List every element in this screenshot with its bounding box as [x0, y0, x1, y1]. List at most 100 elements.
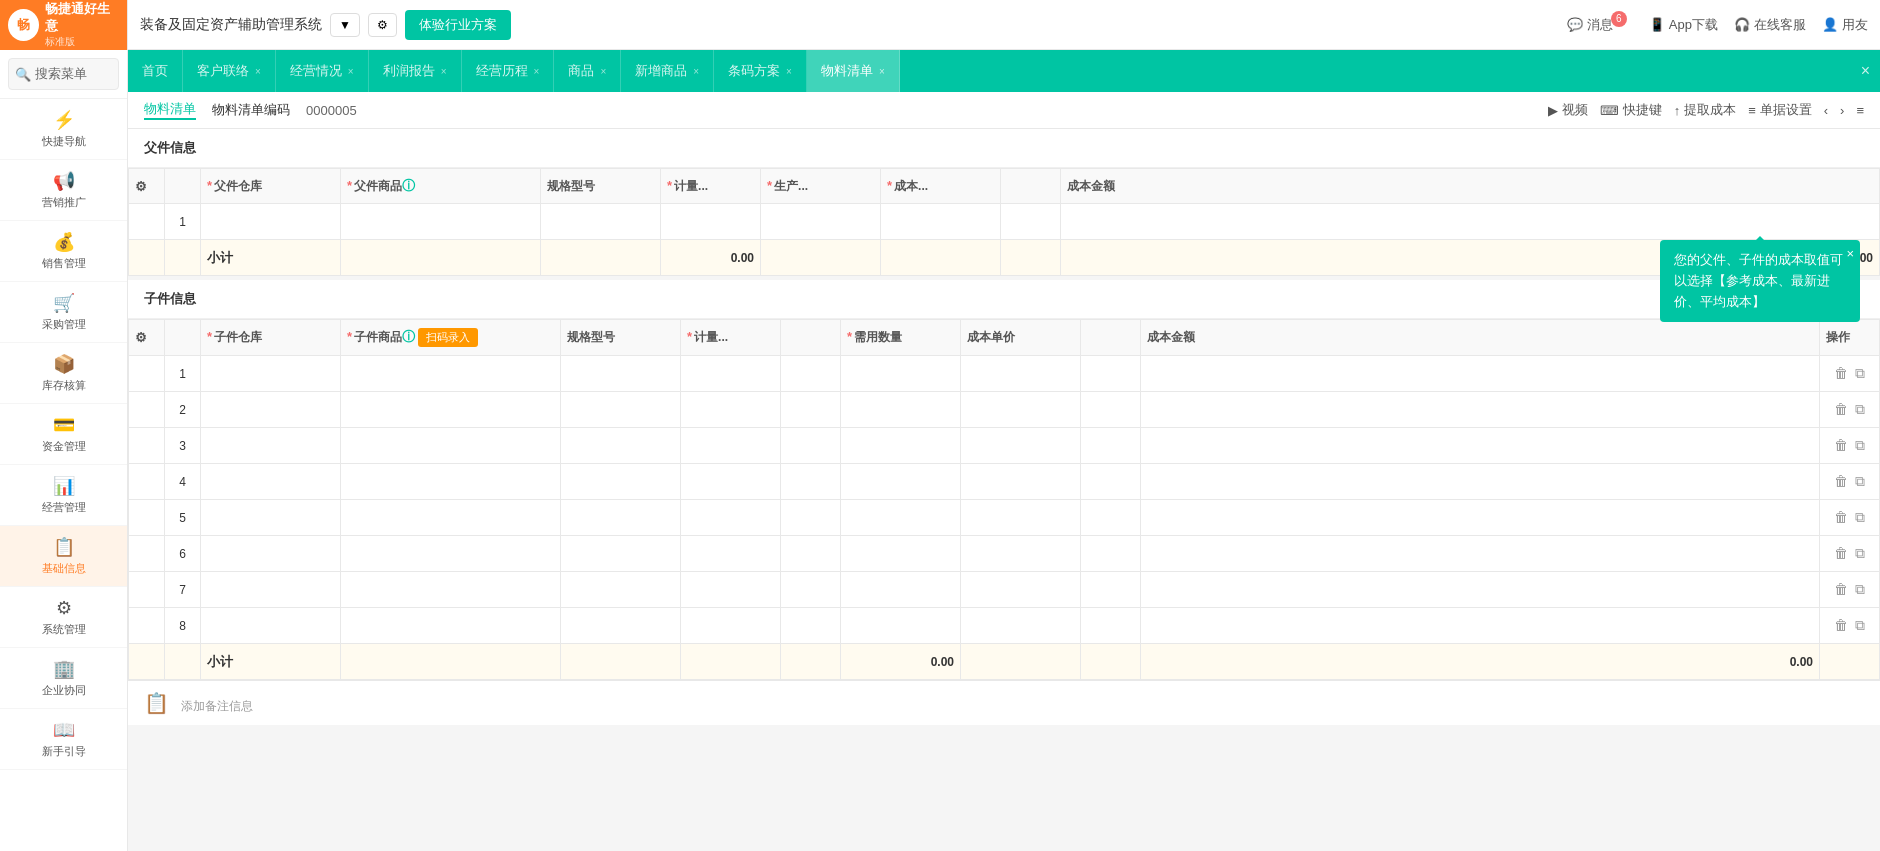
- copy-row-button[interactable]: ⧉: [1853, 435, 1867, 456]
- parent-row-production[interactable]: [761, 204, 881, 240]
- child-row-spec[interactable]: [561, 356, 681, 392]
- child-row-unit[interactable]: [681, 500, 781, 536]
- child-row-spec[interactable]: [561, 536, 681, 572]
- child-row-qty[interactable]: [841, 356, 961, 392]
- child-row-unit-cost[interactable]: [961, 428, 1081, 464]
- copy-row-button[interactable]: ⧉: [1853, 471, 1867, 492]
- parent-row-spec[interactable]: [541, 204, 661, 240]
- child-row-goods[interactable]: [341, 536, 561, 572]
- tab-goods-close[interactable]: ×: [600, 66, 606, 77]
- toolbar-video[interactable]: ▶ 视频: [1548, 101, 1588, 119]
- copy-row-button[interactable]: ⧉: [1853, 579, 1867, 600]
- tab-profit[interactable]: 利润报告 ×: [369, 50, 462, 92]
- copy-row-button[interactable]: ⧉: [1853, 507, 1867, 528]
- child-row-unit[interactable]: [681, 608, 781, 644]
- child-row-goods[interactable]: [341, 356, 561, 392]
- child-row-unit-cost[interactable]: [961, 608, 1081, 644]
- delete-row-button[interactable]: 🗑: [1832, 615, 1850, 635]
- delete-row-button[interactable]: 🗑: [1832, 507, 1850, 527]
- tab-operations[interactable]: 经营情况 ×: [276, 50, 369, 92]
- tab-goods[interactable]: 商品 ×: [554, 50, 621, 92]
- child-row-qty[interactable]: [841, 500, 961, 536]
- delete-row-button[interactable]: 🗑: [1832, 579, 1850, 599]
- child-row-warehouse[interactable]: [201, 500, 341, 536]
- child-row-warehouse[interactable]: [201, 572, 341, 608]
- nav-next-button[interactable]: ›: [1840, 103, 1844, 118]
- settings-button[interactable]: ⚙: [368, 13, 397, 37]
- toolbar-doc-setting[interactable]: ≡ 单据设置: [1748, 101, 1812, 119]
- child-row-qty[interactable]: [841, 392, 961, 428]
- child-row-unit[interactable]: [681, 464, 781, 500]
- copy-row-button[interactable]: ⧉: [1853, 363, 1867, 384]
- tooltip-close-button[interactable]: ×: [1846, 244, 1854, 265]
- toolbar-cost[interactable]: ↑ 提取成本: [1674, 101, 1737, 119]
- search-menu-button[interactable]: 🔍 搜索菜单: [8, 58, 119, 90]
- child-row-warehouse[interactable]: [201, 608, 341, 644]
- sidebar-item-marketing[interactable]: 📢 营销推广: [0, 160, 127, 221]
- delete-row-button[interactable]: 🗑: [1832, 363, 1850, 383]
- child-row-unit[interactable]: [681, 572, 781, 608]
- copy-row-button[interactable]: ⧉: [1853, 615, 1867, 636]
- delete-row-button[interactable]: 🗑: [1832, 471, 1850, 491]
- app-download-item[interactable]: 📱 App下载: [1649, 16, 1718, 34]
- child-row-unit-cost[interactable]: [961, 572, 1081, 608]
- sidebar-item-purchase[interactable]: 🛒 采购管理: [0, 282, 127, 343]
- parent-row-unit[interactable]: [661, 204, 761, 240]
- child-row-unit-cost[interactable]: [961, 356, 1081, 392]
- tab-home[interactable]: 首页: [128, 50, 183, 92]
- sidebar-item-enterprise[interactable]: 🏢 企业协同: [0, 648, 127, 709]
- child-settings-icon[interactable]: ⚙: [135, 330, 147, 345]
- sidebar-item-system[interactable]: ⚙ 系统管理: [0, 587, 127, 648]
- tab-bom-close[interactable]: ×: [879, 66, 885, 77]
- child-row-goods[interactable]: [341, 572, 561, 608]
- tab-new-goods-close[interactable]: ×: [693, 66, 699, 77]
- toolbar-shortcut[interactable]: ⌨ 快捷键: [1600, 101, 1662, 119]
- parent-row-warehouse[interactable]: [201, 204, 341, 240]
- online-service-item[interactable]: 🎧 在线客服: [1734, 16, 1806, 34]
- tab-customers[interactable]: 客户联络 ×: [183, 50, 276, 92]
- child-row-spec[interactable]: [561, 608, 681, 644]
- child-row-spec[interactable]: [561, 392, 681, 428]
- child-row-goods[interactable]: [341, 464, 561, 500]
- scan-input-button[interactable]: 扫码录入: [418, 328, 478, 347]
- sidebar-item-operations[interactable]: 📊 经营管理: [0, 465, 127, 526]
- child-row-warehouse[interactable]: [201, 392, 341, 428]
- tab-profit-close[interactable]: ×: [441, 66, 447, 77]
- child-row-unit[interactable]: [681, 356, 781, 392]
- child-row-unit[interactable]: [681, 536, 781, 572]
- sidebar-item-basic-info[interactable]: 📋 基础信息: [0, 526, 127, 587]
- child-row-unit[interactable]: [681, 428, 781, 464]
- child-row-warehouse[interactable]: [201, 536, 341, 572]
- child-row-spec[interactable]: [561, 428, 681, 464]
- settings-icon[interactable]: ⚙: [135, 179, 147, 194]
- tab-new-goods[interactable]: 新增商品 ×: [621, 50, 714, 92]
- child-row-goods[interactable]: [341, 608, 561, 644]
- child-row-spec[interactable]: [561, 500, 681, 536]
- close-all-tabs[interactable]: ×: [1851, 62, 1880, 80]
- child-row-spec[interactable]: [561, 464, 681, 500]
- child-row-goods[interactable]: [341, 428, 561, 464]
- child-row-spec[interactable]: [561, 572, 681, 608]
- sidebar-item-sales[interactable]: 💰 销售管理: [0, 221, 127, 282]
- child-row-unit-cost[interactable]: [961, 536, 1081, 572]
- dropdown-button[interactable]: ▼: [330, 13, 360, 37]
- sidebar-item-guide[interactable]: 📖 新手引导: [0, 709, 127, 770]
- delete-row-button[interactable]: 🗑: [1832, 543, 1850, 563]
- nav-prev-button[interactable]: ‹: [1824, 103, 1828, 118]
- child-row-warehouse[interactable]: [201, 356, 341, 392]
- child-row-goods[interactable]: [341, 500, 561, 536]
- message-item[interactable]: 💬 消息 6: [1567, 16, 1633, 34]
- child-row-qty[interactable]: [841, 536, 961, 572]
- copy-row-button[interactable]: ⧉: [1853, 399, 1867, 420]
- child-row-qty[interactable]: [841, 572, 961, 608]
- tab-customers-close[interactable]: ×: [255, 66, 261, 77]
- tab-barcode-close[interactable]: ×: [786, 66, 792, 77]
- parent-row-cost[interactable]: [881, 204, 1001, 240]
- sub-tab-bom-list[interactable]: 物料清单: [144, 100, 196, 120]
- child-row-qty[interactable]: [841, 464, 961, 500]
- user-item[interactable]: 👤 用友: [1822, 16, 1868, 34]
- grid-view-button[interactable]: ≡: [1856, 103, 1864, 118]
- sidebar-item-finance[interactable]: 💳 资金管理: [0, 404, 127, 465]
- child-row-goods[interactable]: [341, 392, 561, 428]
- delete-row-button[interactable]: 🗑: [1832, 399, 1850, 419]
